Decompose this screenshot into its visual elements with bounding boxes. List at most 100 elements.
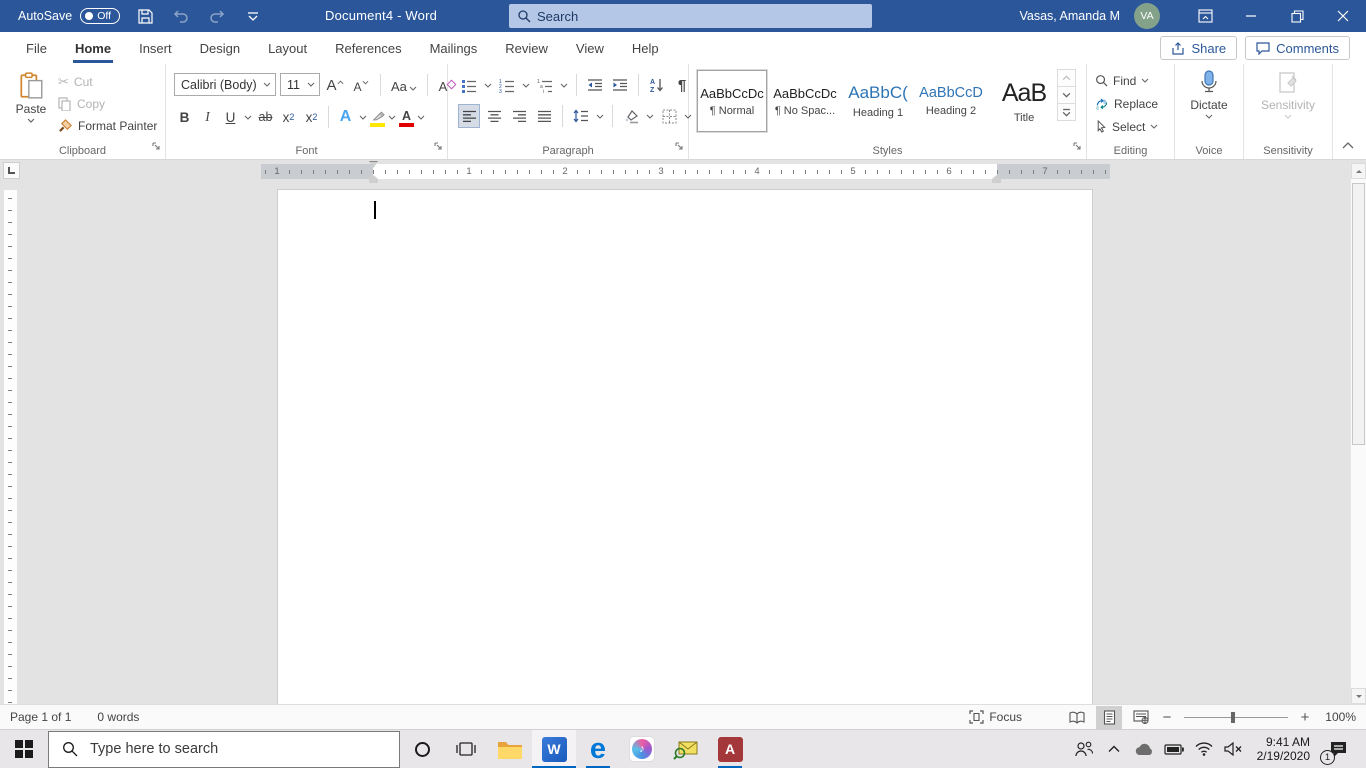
file-explorer-button[interactable]: [488, 730, 532, 768]
autosave-toggle[interactable]: AutoSave Off: [18, 8, 121, 24]
cortana-button[interactable]: [400, 730, 444, 768]
share-button[interactable]: Share: [1160, 36, 1238, 60]
task-view-button[interactable]: [444, 730, 488, 768]
tab-view[interactable]: View: [562, 32, 618, 64]
scroll-down-button[interactable]: [1351, 688, 1366, 704]
styles-gallery-more-button[interactable]: [1057, 103, 1076, 121]
underline-menu[interactable]: [243, 115, 253, 120]
styles-scroll-up-button[interactable]: [1057, 69, 1076, 87]
align-right-button[interactable]: [508, 104, 530, 128]
font-color-button[interactable]: A: [399, 105, 414, 129]
page-count[interactable]: Page 1 of 1: [10, 710, 71, 724]
line-spacing-menu[interactable]: [595, 114, 605, 119]
document-page[interactable]: [278, 190, 1092, 704]
scrollbar-thumb[interactable]: [1352, 183, 1365, 445]
horizontal-ruler[interactable]: 1 1 2 3 4 5 6 7: [261, 161, 1110, 185]
vertical-ruler[interactable]: [4, 190, 17, 704]
scroll-up-button[interactable]: [1351, 163, 1366, 179]
shrink-font-button[interactable]: A: [350, 73, 372, 96]
start-button[interactable]: [0, 730, 48, 768]
tab-insert[interactable]: Insert: [125, 32, 186, 64]
justify-button[interactable]: [533, 104, 555, 128]
change-case-button[interactable]: Aa: [389, 73, 419, 96]
vertical-scrollbar[interactable]: [1350, 163, 1366, 704]
text-effects-menu[interactable]: [358, 115, 368, 120]
onedrive-tray-icon[interactable]: [1129, 730, 1159, 768]
battery-tray-icon[interactable]: [1159, 730, 1189, 768]
borders-button[interactable]: [658, 104, 680, 128]
find-button[interactable]: Find: [1095, 70, 1158, 91]
volume-muted-tray-icon[interactable]: [1219, 730, 1249, 768]
format-painter-button[interactable]: Format Painter: [58, 115, 157, 136]
action-center-button[interactable]: 1: [1318, 730, 1358, 768]
sensitivity-button[interactable]: Sensitivity: [1244, 68, 1332, 119]
comments-button[interactable]: Comments: [1245, 36, 1350, 60]
zoom-out-button[interactable]: −: [1160, 709, 1174, 726]
taskbar-search-input[interactable]: Type here to search: [48, 730, 400, 768]
paragraph-dialog-launcher[interactable]: [674, 138, 684, 156]
increase-indent-button[interactable]: [609, 73, 631, 97]
decrease-indent-button[interactable]: [584, 73, 606, 97]
tab-references[interactable]: References: [321, 32, 415, 64]
tab-file[interactable]: File: [12, 32, 61, 64]
taskbar-clock[interactable]: 9:41 AM 2/19/2020: [1249, 735, 1318, 763]
grow-font-button[interactable]: A: [324, 73, 346, 96]
restore-button[interactable]: [1274, 0, 1320, 32]
styles-scroll-down-button[interactable]: [1057, 86, 1076, 104]
style-normal[interactable]: AaBbCcDc ¶ Normal: [697, 70, 767, 132]
style-no-spacing[interactable]: AaBbCcDc ¶ No Spac...: [770, 70, 840, 132]
shading-menu[interactable]: [645, 114, 655, 119]
numbering-menu[interactable]: [521, 83, 531, 88]
wifi-tray-icon[interactable]: [1189, 730, 1219, 768]
shading-button[interactable]: [620, 104, 642, 128]
dictate-button[interactable]: Dictate: [1175, 68, 1243, 119]
bold-button[interactable]: B: [174, 105, 195, 129]
font-dialog-launcher[interactable]: [433, 138, 443, 156]
collapse-ribbon-button[interactable]: [1338, 137, 1358, 153]
font-color-menu[interactable]: [416, 115, 426, 120]
align-center-button[interactable]: [483, 104, 505, 128]
highlight-menu[interactable]: [387, 115, 397, 120]
autosave-switch[interactable]: Off: [80, 8, 121, 24]
account-name[interactable]: Vasas, Amanda M: [1019, 9, 1120, 23]
copy-button[interactable]: Copy: [58, 93, 105, 114]
line-spacing-button[interactable]: [570, 104, 592, 128]
web-layout-button[interactable]: [1128, 706, 1154, 729]
close-button[interactable]: [1320, 0, 1366, 32]
save-button[interactable]: [134, 4, 156, 28]
highlight-button[interactable]: [370, 105, 385, 129]
italic-button[interactable]: I: [197, 105, 218, 129]
multilevel-list-menu[interactable]: [559, 83, 569, 88]
zoom-in-button[interactable]: +: [1298, 709, 1312, 726]
select-button[interactable]: Select: [1095, 116, 1158, 137]
underline-button[interactable]: U: [220, 105, 241, 129]
tab-layout[interactable]: Layout: [254, 32, 321, 64]
sort-button[interactable]: AZ: [646, 73, 668, 97]
zoom-slider-handle[interactable]: [1230, 712, 1235, 723]
word-count[interactable]: 0 words: [97, 710, 139, 724]
multilevel-list-button[interactable]: 1ai: [534, 73, 556, 97]
avatar[interactable]: VA: [1134, 3, 1160, 29]
numbering-button[interactable]: 123: [496, 73, 518, 97]
style-title[interactable]: AaB Title: [989, 70, 1059, 132]
tab-review[interactable]: Review: [491, 32, 562, 64]
access-taskbar-button[interactable]: A: [708, 730, 752, 768]
people-button[interactable]: [1069, 730, 1099, 768]
zoom-percentage[interactable]: 100%: [1318, 710, 1356, 724]
strikethrough-button[interactable]: ab: [255, 105, 276, 129]
tab-help[interactable]: Help: [618, 32, 673, 64]
quick-access-toolbar-menu[interactable]: [242, 4, 264, 28]
replace-button[interactable]: bc Replace: [1095, 93, 1158, 114]
align-left-button[interactable]: [458, 104, 480, 128]
bullets-menu[interactable]: [483, 83, 493, 88]
word-taskbar-button[interactable]: W: [532, 729, 576, 768]
text-effects-button[interactable]: A: [335, 105, 356, 129]
search-box[interactable]: Search: [509, 4, 872, 28]
minimize-button[interactable]: [1228, 0, 1274, 32]
superscript-button[interactable]: x2: [301, 105, 322, 129]
font-size-combobox[interactable]: 11: [280, 73, 320, 96]
itunes-taskbar-button[interactable]: ♪: [620, 730, 664, 768]
tab-home[interactable]: Home: [61, 32, 125, 64]
style-heading-2[interactable]: AaBbCcD Heading 2: [916, 70, 986, 132]
zoom-slider[interactable]: [1184, 711, 1288, 723]
